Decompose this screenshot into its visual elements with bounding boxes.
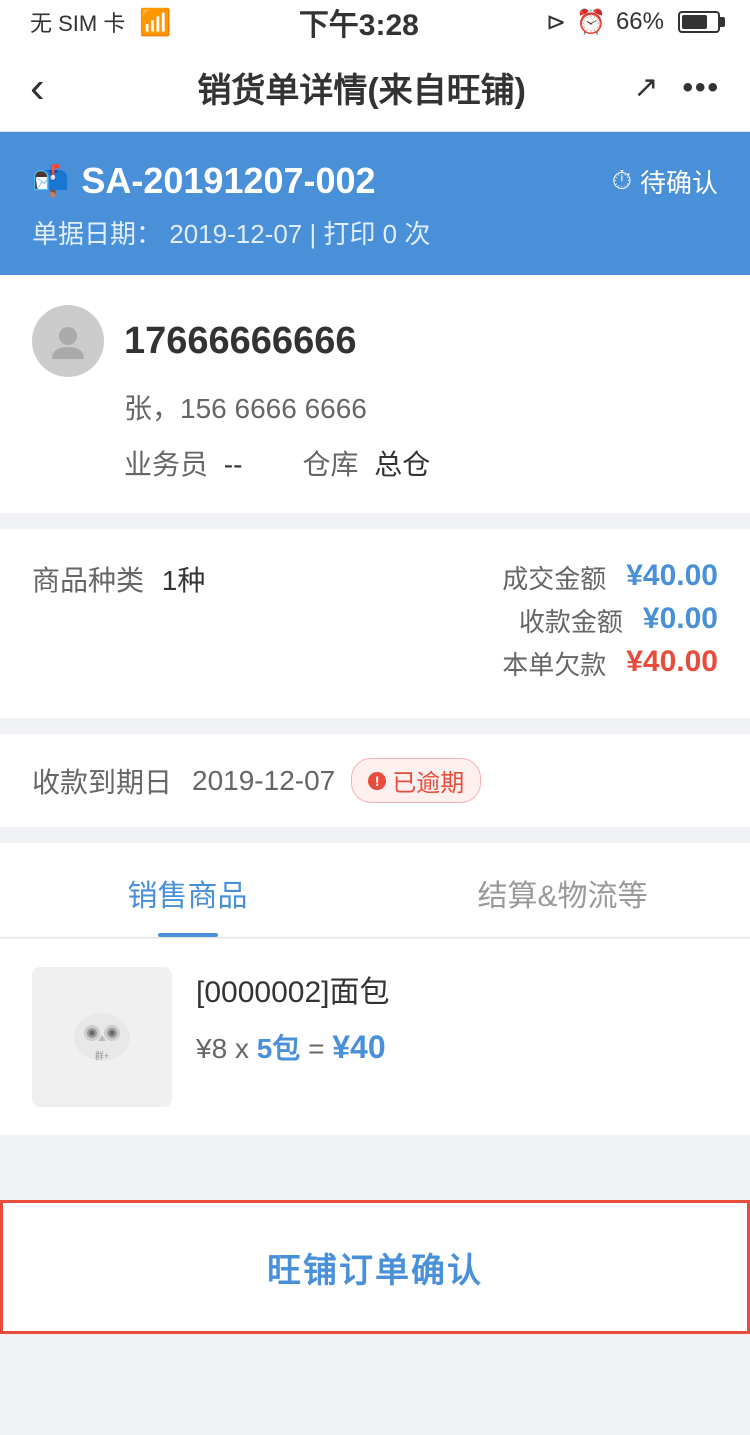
tab-settlement[interactable]: 结算&物流等 [375, 843, 750, 937]
product-info: [0000002]面包 ¥8 x 5包 = ¥40 [196, 967, 718, 1067]
confirm-button-wrap: 旺铺订单确认 [0, 1200, 750, 1334]
customer-name: 张，156 6666 6666 [124, 387, 718, 427]
status-time: 下午3:28 [299, 0, 419, 44]
order-header-card: 📬 SA-20191207-002 ⏱ 待确认 单据日期： 2019-12-07… [0, 132, 750, 275]
tabs-section: 销售商品 结算&物流等 [0, 843, 750, 938]
page-title: 销货单详情(来自旺铺) [197, 63, 526, 112]
nav-actions: ↗︎ ••• [633, 70, 720, 105]
share-icon[interactable]: ↗︎ [633, 70, 658, 105]
product-thumbnail: 群+ [32, 967, 172, 1107]
salesman-label: 业务员 -- [124, 443, 242, 483]
more-icon[interactable]: ••• [682, 71, 720, 105]
location-icon: ⊳ [546, 8, 566, 37]
product-section: 群+ [0000002]面包 ¥8 x 5包 = ¥40 [0, 939, 750, 1135]
status-right: ⊳ ⏰ 66% [546, 8, 720, 37]
order-date: 单据日期： 2019-12-07 | 打印 0 次 [32, 214, 718, 251]
overdue-badge: ! 已逾期 [351, 758, 481, 803]
nav-bar: ‹ 销货单详情(来自旺铺) ↗︎ ••• [0, 44, 750, 132]
product-item: 群+ [0000002]面包 ¥8 x 5包 = ¥40 [32, 967, 718, 1107]
product-name: [0000002]面包 [196, 967, 718, 1011]
summary-type: 商品种类 1种 [32, 559, 205, 599]
order-id-icon: 📬 [32, 164, 69, 199]
back-button[interactable]: ‹ [30, 63, 90, 113]
due-date-section: 收款到期日 2019-12-07 ! 已逾期 [0, 734, 750, 827]
wifi-icon: 📶 [139, 7, 171, 38]
battery-percent: 66% [616, 8, 664, 36]
summary-amounts: 成交金额 ¥40.00 收款金额 ¥0.00 本单欠款 ¥40.00 [502, 559, 718, 688]
svg-text:群+: 群+ [95, 1050, 109, 1061]
status-clock-icon: ⏱ [612, 165, 632, 197]
status-left: 无 SIM 卡 📶 [30, 6, 172, 38]
alarm-icon: ⏰ [576, 8, 606, 37]
customer-meta: 业务员 -- 仓库 总仓 [124, 443, 718, 483]
tab-products[interactable]: 销售商品 [0, 843, 375, 937]
confirm-order-button[interactable]: 旺铺订单确认 [35, 1223, 715, 1311]
summary-section: 商品种类 1种 成交金额 ¥40.00 收款金额 ¥0.00 本单欠款 ¥40.… [0, 529, 750, 718]
sim-label: 无 SIM 卡 [30, 6, 125, 38]
customer-avatar [32, 305, 104, 377]
order-status: ⏱ 待确认 [612, 163, 718, 200]
tabs-bar: 销售商品 结算&物流等 [0, 843, 750, 938]
status-bar: 无 SIM 卡 📶 下午3:28 ⊳ ⏰ 66% [0, 0, 750, 44]
customer-section: 17666666666 张，156 6666 6666 业务员 -- 仓库 总仓 [0, 275, 750, 513]
customer-phone: 17666666666 [124, 320, 356, 363]
warehouse-label: 仓库 总仓 [302, 443, 430, 483]
product-price: ¥8 x 5包 = ¥40 [196, 1027, 718, 1067]
overdue-icon: ! [368, 772, 386, 790]
battery-icon [678, 11, 720, 33]
order-id: 📬 SA-20191207-002 [32, 160, 376, 202]
